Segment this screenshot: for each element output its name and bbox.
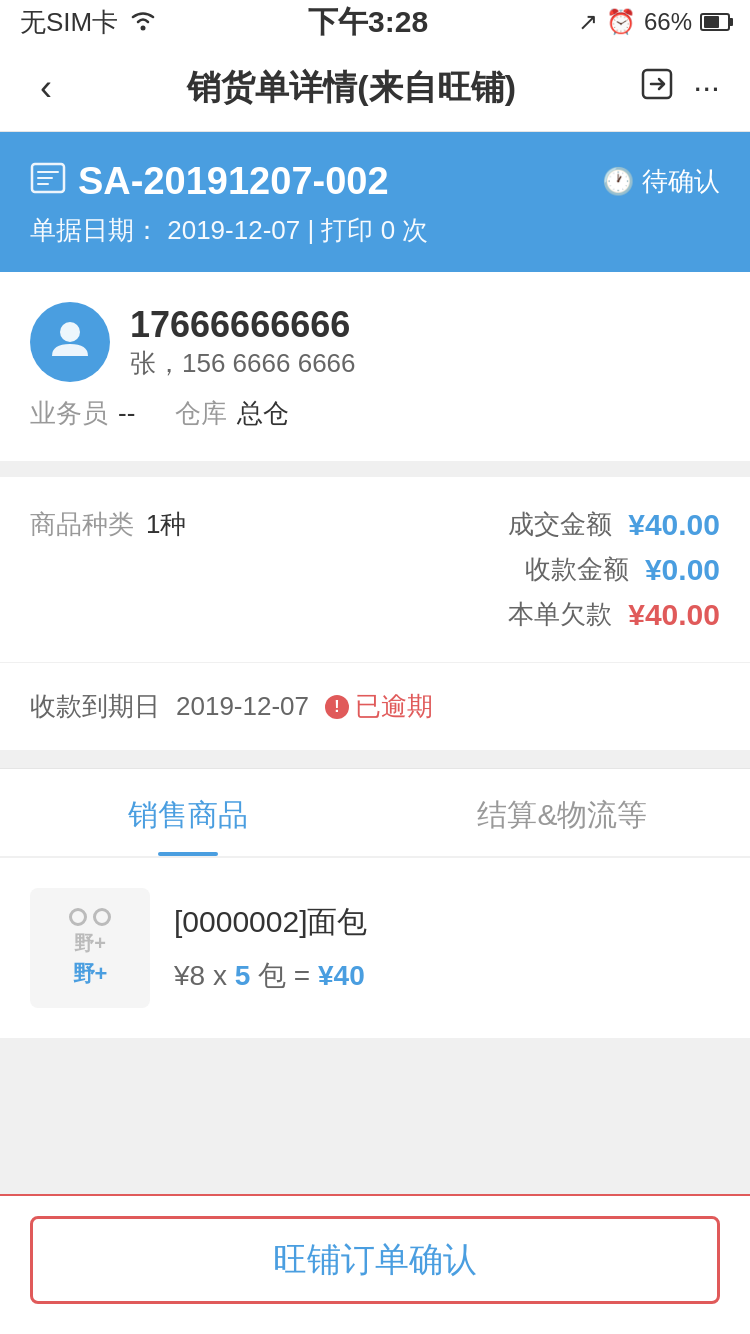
product-type-value: 1种 [146,507,186,542]
location-icon: ↗ [578,8,598,36]
product-qty: 5 [235,960,251,991]
carrier-text: 无SIM卡 [20,5,118,40]
customer-phone: 17666666666 [130,304,356,346]
summary-card: 商品种类 1种 成交金额 ¥40.00 收款金额 ¥0.00 本单欠款 ¥40.… [0,477,750,662]
product-total: ¥40 [318,960,365,991]
tabs-bar: 销售商品 结算&物流等 [0,768,750,856]
product-type-label: 商品种类 [30,507,134,542]
battery-icon [700,13,730,31]
product-price: ¥8 x 5 包 = ¥40 [174,957,720,995]
avatar [30,302,110,382]
product-info: [0000002]面包 ¥8 x 5 包 = ¥40 [174,902,720,995]
customer-info: 张，156 6666 6666 [130,346,356,381]
due-date-card: 收款到期日 2019-12-07 ! 已逾期 [0,662,750,750]
salesperson-value: -- [118,398,135,429]
customer-card: 17666666666 张，156 6666 6666 业务员 -- 仓库 总仓 [0,272,750,461]
summary-left: 商品种类 1种 [30,507,186,542]
overdue-badge: ! 已逾期 [325,689,433,724]
deal-amount-label: 成交金额 [508,507,612,542]
warehouse-label: 仓库 [175,396,227,431]
clock-icon: 🕐 [602,166,634,197]
customer-meta: 业务员 -- 仓库 总仓 [30,396,720,431]
bottom-bar: 旺铺订单确认 [0,1194,750,1334]
divider-2 [0,750,750,766]
order-header: SA-20191207-002 🕐 待确认 单据日期： 2019-12-07 |… [0,132,750,272]
order-id: SA-20191207-002 [30,160,389,203]
order-date: 单据日期： 2019-12-07 | 打印 0 次 [30,213,720,248]
order-icon [30,160,66,203]
status-time: 下午3:28 [308,2,428,43]
wifi-icon [128,7,158,38]
more-icon[interactable]: ··· [693,69,720,106]
receipt-amount-label: 收款金额 [525,552,629,587]
overdue-dot-icon: ! [325,695,349,719]
product-list: 野+ 野+ [0000002]面包 ¥8 x 5 包 = ¥40 [0,858,750,1038]
owed-amount-label: 本单欠款 [508,597,612,632]
status-bar: 无SIM卡 下午3:28 ↗ ⏰ 66% [0,0,750,44]
share-icon[interactable] [641,68,673,108]
tab-products[interactable]: 销售商品 [0,769,375,856]
warehouse-value: 总仓 [237,396,289,431]
overdue-text: 已逾期 [355,689,433,724]
alarm-icon: ⏰ [606,8,636,36]
divider-1 [0,461,750,477]
due-date-label: 收款到期日 [30,689,160,724]
status-right: ↗ ⏰ 66% [578,8,730,36]
product-item: 野+ 野+ [0000002]面包 ¥8 x 5 包 = ¥40 [0,858,750,1038]
due-date-value: 2019-12-07 [176,691,309,722]
status-left: 无SIM卡 [20,5,158,40]
user-icon [48,316,92,369]
back-button[interactable]: ‹ [30,57,62,119]
salesperson-label: 业务员 [30,396,108,431]
page-title: 销货单详情(来自旺铺) [187,65,516,111]
nav-actions: ··· [641,68,720,108]
order-status: 🕐 待确认 [602,164,720,199]
nav-bar: ‹ 销货单详情(来自旺铺) ··· [0,44,750,132]
owed-amount-value: ¥40.00 [628,598,720,632]
product-thumbnail: 野+ 野+ [30,888,150,1008]
svg-point-3 [60,322,80,342]
confirm-order-button[interactable]: 旺铺订单确认 [30,1216,720,1304]
battery-percent: 66% [644,8,692,36]
deal-amount-value: ¥40.00 [628,508,720,542]
receipt-amount-value: ¥0.00 [645,553,720,587]
summary-right: 成交金额 ¥40.00 收款金额 ¥0.00 本单欠款 ¥40.00 [508,507,720,632]
tab-settlement[interactable]: 结算&物流等 [375,769,750,856]
svg-point-0 [141,25,146,30]
product-name: [0000002]面包 [174,902,720,943]
